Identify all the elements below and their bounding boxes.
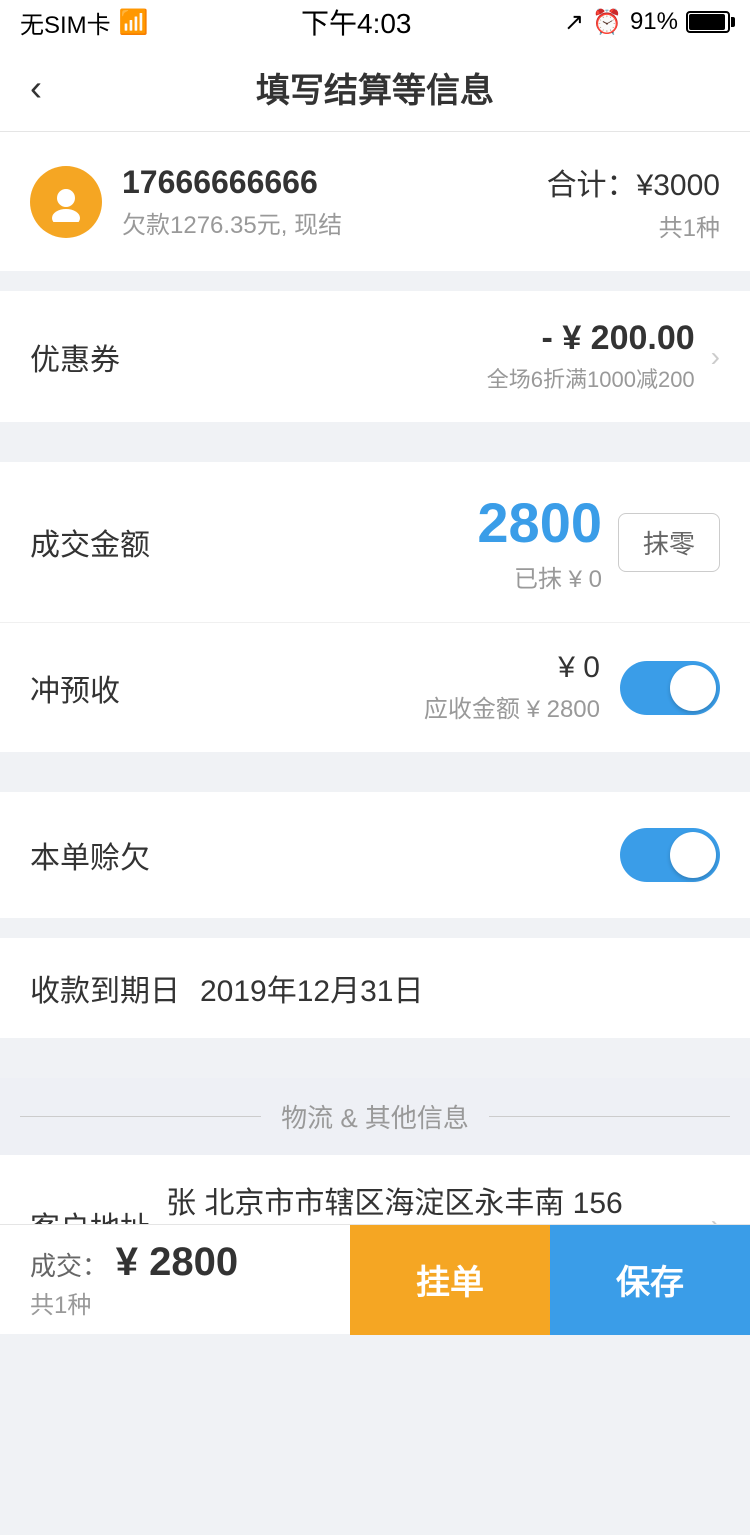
status-bar: 无SIM卡 📶 下午4:03 ↗ ⏰ 91% [0,0,750,44]
avatar [30,166,102,238]
due-date-label: 收款到期日 [30,966,180,1010]
section-divider-1 [0,442,750,462]
total-count: 共1种 [547,208,720,243]
page-title: 填写结算等信息 [256,63,494,112]
deal-section: 成交金额 2800 已抹 ¥ 0 抹零 冲预收 ¥ 0 应收金额 ¥ 2800 [0,462,750,752]
wifi-icon: 📶 [119,8,149,37]
save-button[interactable]: 保存 [550,1225,750,1335]
chevron-right-icon: › [711,341,720,373]
total-amount: 合计：¥3000 [547,160,720,204]
deal-amount-label: 成交金额 [30,520,150,564]
bottom-deal-amount: ¥ 2800 [116,1240,238,1284]
logistics-label: 物流 & 其他信息 [281,1098,469,1135]
coupon-row[interactable]: 优惠券 - ¥ 200.00 全场6折满1000减200 › [0,291,750,422]
debt-toggle[interactable] [620,828,720,882]
gps-icon: ↗ [564,8,584,37]
nav-bar: ‹ 填写结算等信息 [0,44,750,132]
toggle-knob [670,665,716,711]
bottom-bar: 成交： ¥ 2800 共1种 挂单 保存 [0,1224,750,1334]
battery-label: 91% [630,8,678,36]
status-left: 无SIM卡 📶 [20,5,149,40]
customer-card: 17666666666 欠款1276.35元, 现结 合计：¥3000 共1种 [0,132,750,271]
time-display: 下午4:03 [301,2,412,42]
bottom-count: 共1种 [30,1285,320,1320]
round-zero-button[interactable]: 抹零 [618,513,720,572]
deal-amount-value: 2800 [477,490,602,555]
coupon-section: 优惠券 - ¥ 200.00 全场6折满1000减200 › [0,291,750,422]
carrier-label: 无SIM卡 [20,5,111,40]
customer-sub-info: 欠款1276.35元, 现结 [122,205,342,240]
debt-row: 本单赊欠 [0,792,750,918]
bottom-deal-label: 成交： [30,1251,108,1281]
due-date-section: 收款到期日 2019年12月31日 [0,938,750,1038]
section-divider-3 [0,1058,750,1078]
debt-toggle-knob [670,832,716,878]
debt-label: 本单赊欠 [30,833,150,877]
due-date-row: 收款到期日 2019年12月31日 [0,938,750,1038]
prereceive-value: ¥ 0 [424,651,600,685]
prereceive-toggle[interactable] [620,661,720,715]
status-right: ↗ ⏰ 91% [564,8,730,37]
coupon-label: 优惠券 [30,335,120,379]
coupon-desc: 全场6折满1000减200 [487,362,695,394]
customer-phone: 17666666666 [122,164,342,201]
section-divider-2 [0,772,750,792]
deal-amount-row: 成交金额 2800 已抹 ¥ 0 抹零 [0,462,750,623]
battery-icon [686,11,730,33]
prereceive-row: 冲预收 ¥ 0 应收金额 ¥ 2800 [0,623,750,752]
logistics-divider: 物流 & 其他信息 [0,1078,750,1155]
deal-sub-label: 已抹 ¥ 0 [477,559,602,594]
prereceive-sub: 应收金额 ¥ 2800 [424,689,600,724]
alarm-icon: ⏰ [592,8,622,37]
debt-section: 本单赊欠 [0,792,750,918]
due-date-value: 2019年12月31日 [200,966,423,1010]
coupon-amount: - ¥ 200.00 [487,319,695,358]
back-button[interactable]: ‹ [20,57,52,119]
hang-button[interactable]: 挂单 [350,1225,550,1335]
prereceive-label: 冲预收 [30,666,120,710]
